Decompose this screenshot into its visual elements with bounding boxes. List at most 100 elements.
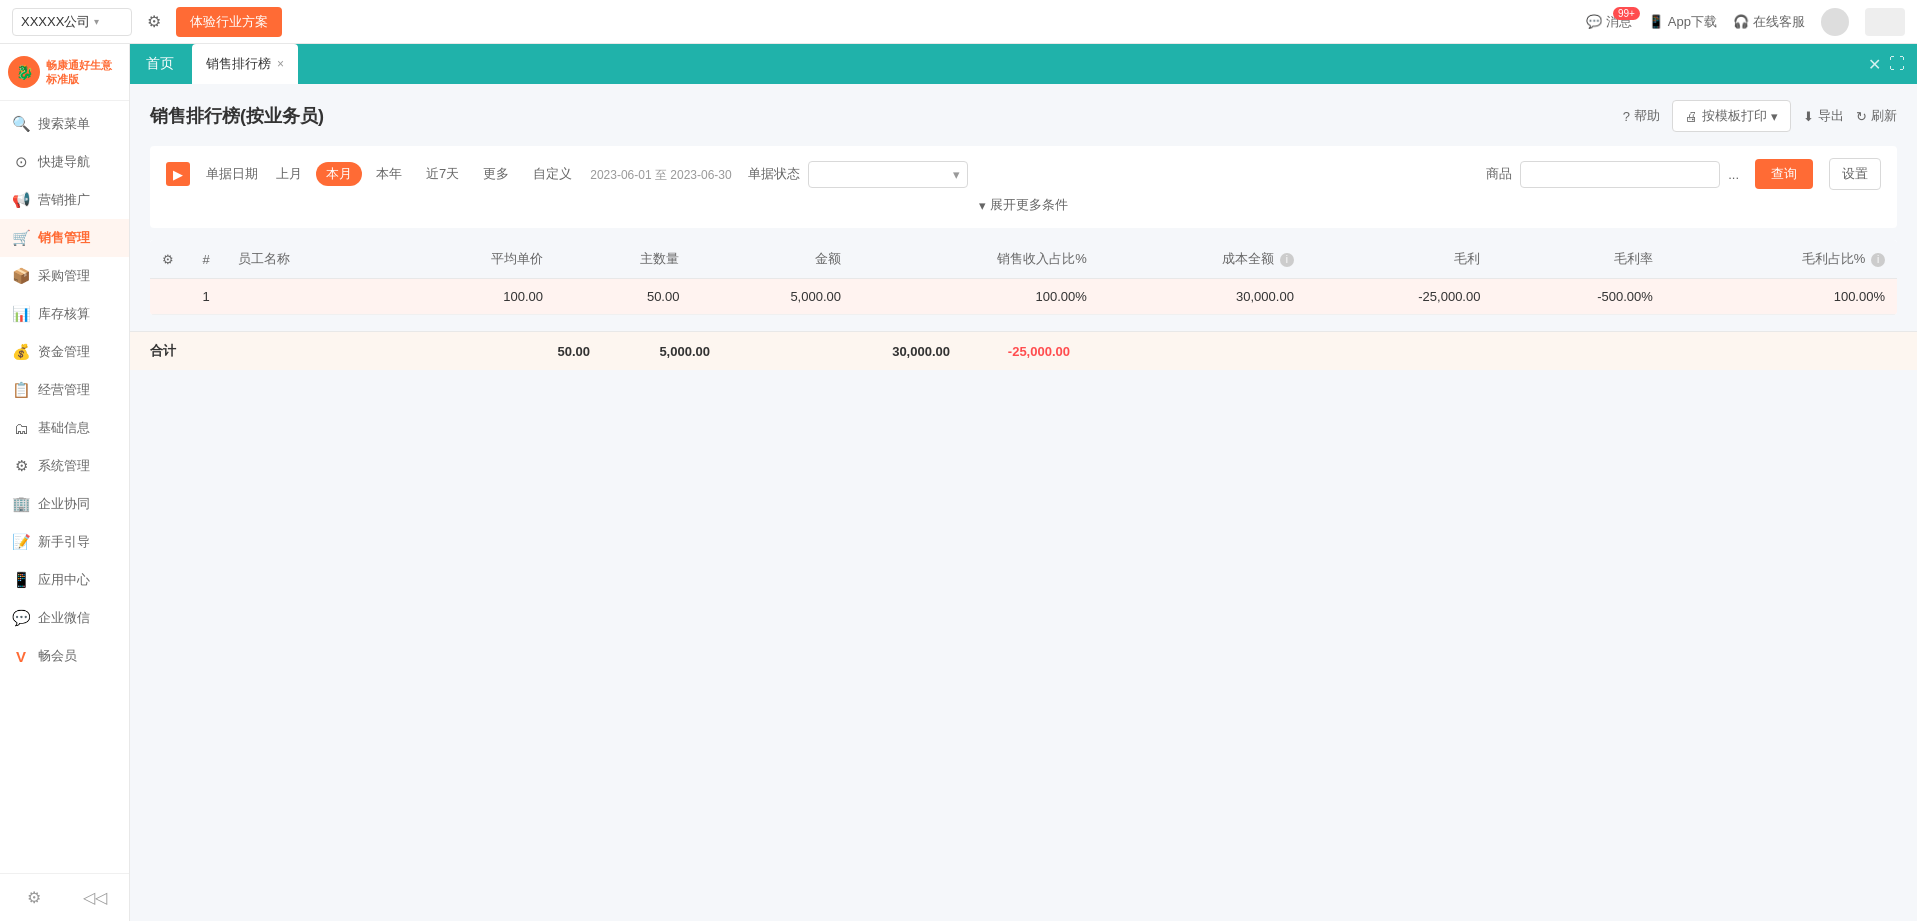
- notification-btn[interactable]: 💬 消息 99+: [1586, 13, 1632, 31]
- settings-button[interactable]: 设置: [1829, 158, 1881, 190]
- megaphone-icon: 📢: [12, 191, 30, 209]
- tab-close-window-icon[interactable]: ✕: [1868, 55, 1881, 74]
- app-download-btn[interactable]: 📱 App下载: [1648, 13, 1717, 31]
- col-header-total: 金额: [691, 240, 853, 279]
- sidebar-item-label: 资金管理: [38, 343, 90, 361]
- expand-down-icon: ▾: [979, 198, 986, 213]
- top-bar: XXXXX公司 ▾ ⚙ 体验行业方案 💬 消息 99+ 📱 App下载 🎧 在线…: [0, 0, 1917, 44]
- page-header: 销售排行榜(按业务员) ? 帮助 🖨 按模板打印 ▾: [150, 100, 1897, 132]
- logo-text: 畅康通好生意 标准版: [46, 58, 112, 87]
- col-header-settings[interactable]: ⚙: [150, 240, 186, 279]
- expand-conditions-btn[interactable]: ▾ 展开更多条件: [979, 196, 1068, 214]
- sidebar-item-label: 营销推广: [38, 191, 90, 209]
- sidebar-item-inventory[interactable]: 📊 库存核算: [0, 295, 129, 333]
- status-filter: 单据状态: [748, 161, 968, 188]
- tab-fullscreen-icon[interactable]: ⛶: [1889, 55, 1905, 73]
- company-selector[interactable]: XXXXX公司 ▾: [12, 8, 132, 36]
- building-icon: 🏢: [12, 495, 30, 513]
- sidebar-item-label: 新手引导: [38, 533, 90, 551]
- date-tab-custom[interactable]: 自定义: [523, 162, 582, 186]
- top-bar-left: XXXXX公司 ▾ ⚙ 体验行业方案: [12, 7, 282, 37]
- status-select[interactable]: [808, 161, 968, 188]
- row-total-cell: 5,000.00: [691, 279, 853, 315]
- content-area: 首页 销售排行榜 × ✕ ⛶ 销售排行榜(按业务员): [130, 44, 1917, 921]
- date-tab-prev-month[interactable]: 上月: [266, 162, 312, 186]
- sidebar-item-sales[interactable]: 🛒 销售管理: [0, 219, 129, 257]
- row-name-cell: [226, 279, 391, 315]
- table-header-row: ⚙ # 员工名称 平均单价 主数量 金额 销售收入占比% 成本全额: [150, 240, 1897, 279]
- row-num-cell: 1: [186, 279, 226, 315]
- goods-input[interactable]: [1520, 161, 1720, 188]
- print-btn[interactable]: 🖨 按模板打印 ▾: [1672, 100, 1791, 132]
- trial-button[interactable]: 体验行业方案: [176, 7, 282, 37]
- profit-pct-info-icon[interactable]: i: [1871, 253, 1885, 267]
- query-button[interactable]: 查询: [1755, 159, 1813, 189]
- footer-cost-total: 30,000.00: [830, 344, 950, 359]
- headset-icon: 🎧: [1733, 14, 1749, 29]
- tab-right-actions: ✕ ⛶: [1868, 55, 1917, 74]
- cost-info-icon[interactable]: i: [1280, 253, 1294, 267]
- sidebar-collapse-btn[interactable]: ◁◁: [69, 882, 122, 913]
- search-icon: 🔍: [12, 115, 30, 133]
- sidebar-item-operation[interactable]: 📋 经营管理: [0, 371, 129, 409]
- tab-label: 销售排行榜: [206, 55, 271, 73]
- col-header-cost-total: 成本全额 i: [1099, 240, 1306, 279]
- sidebar-item-wechat[interactable]: 💬 企业微信: [0, 599, 129, 637]
- sidebar-settings-btn[interactable]: ⚙: [8, 882, 61, 913]
- tab-home[interactable]: 首页: [130, 44, 190, 84]
- page-title: 销售排行榜(按业务员): [150, 104, 324, 128]
- sidebar-item-label: 搜索菜单: [38, 115, 90, 133]
- tab-sales-ranking[interactable]: 销售排行榜 ×: [192, 44, 298, 84]
- user-info[interactable]: [1865, 8, 1905, 36]
- date-tab-current-month[interactable]: 本月: [316, 162, 362, 186]
- sidebar-item-label: 销售管理: [38, 229, 90, 247]
- sidebar-item-label: 系统管理: [38, 457, 90, 475]
- row-profit-cell: -25,000.00: [1306, 279, 1493, 315]
- sidebar-item-collab[interactable]: 🏢 企业协同: [0, 485, 129, 523]
- cart-icon: 🛒: [12, 229, 30, 247]
- filter-toggle-btn[interactable]: ▶: [166, 162, 190, 186]
- sidebar-item-member[interactable]: V 畅会员: [0, 637, 129, 675]
- total-values: 50.00 5,000.00 30,000.00 -25,000.00: [350, 344, 1897, 359]
- sidebar-items: 🔍 搜索菜单 ⊙ 快捷导航 📢 营销推广 🛒 销售管理 📦 采购管理: [0, 101, 129, 873]
- row-avg-price-cell: 100.00: [391, 279, 556, 315]
- footer-sales-pct: [710, 344, 830, 359]
- avatar[interactable]: [1821, 8, 1849, 36]
- date-range-text: 2023-06-01 至 2023-06-30: [590, 167, 731, 184]
- settings-icon[interactable]: ⚙: [140, 8, 168, 36]
- chart-icon: 📊: [12, 305, 30, 323]
- export-btn[interactable]: ⬇ 导出: [1803, 107, 1844, 125]
- sidebar-item-quick-nav[interactable]: ⊙ 快捷导航: [0, 143, 129, 181]
- goods-filter-label: 商品: [1486, 165, 1512, 183]
- notification-icon: 💬: [1586, 14, 1602, 29]
- date-tab-current-year[interactable]: 本年: [366, 162, 412, 186]
- print-chevron-icon: ▾: [1771, 109, 1778, 124]
- footer-total: 5,000.00: [590, 344, 710, 359]
- tab-close-icon[interactable]: ×: [277, 57, 284, 71]
- row-main-qty-cell: 50.00: [555, 279, 691, 315]
- help-btn[interactable]: ? 帮助: [1623, 107, 1660, 125]
- notification-badge: 99+: [1613, 7, 1640, 20]
- sidebar-item-guide[interactable]: 📝 新手引导: [0, 523, 129, 561]
- sidebar-item-finance[interactable]: 💰 资金管理: [0, 333, 129, 371]
- sidebar-item-purchase[interactable]: 📦 采购管理: [0, 257, 129, 295]
- sidebar-item-basic-info[interactable]: 🗂 基础信息: [0, 409, 129, 447]
- date-tab-7days[interactable]: 近7天: [416, 162, 469, 186]
- sidebar-item-search[interactable]: 🔍 搜索菜单: [0, 105, 129, 143]
- footer-avg-price: [350, 344, 470, 359]
- goods-more-btn[interactable]: ...: [1728, 167, 1739, 182]
- sidebar-item-app-center[interactable]: 📱 应用中心: [0, 561, 129, 599]
- company-name: XXXXX公司: [21, 13, 90, 31]
- sidebar-item-label: 采购管理: [38, 267, 90, 285]
- sidebar-item-marketing[interactable]: 📢 营销推广: [0, 181, 129, 219]
- sidebar-item-system[interactable]: ⚙ 系统管理: [0, 447, 129, 485]
- date-tab-more[interactable]: 更多: [473, 162, 519, 186]
- sidebar-item-label: 畅会员: [38, 647, 77, 665]
- footer-profit: -25,000.00: [950, 344, 1070, 359]
- date-filter-label: 单据日期: [206, 165, 258, 183]
- online-service-btn[interactable]: 🎧 在线客服: [1733, 13, 1805, 31]
- box-icon: 📦: [12, 267, 30, 285]
- table-footer: 合计 50.00 5,000.00 30,000.00 -25,000.00: [130, 331, 1917, 370]
- refresh-btn[interactable]: ↻ 刷新: [1856, 107, 1897, 125]
- home-icon: ⊙: [12, 153, 30, 171]
